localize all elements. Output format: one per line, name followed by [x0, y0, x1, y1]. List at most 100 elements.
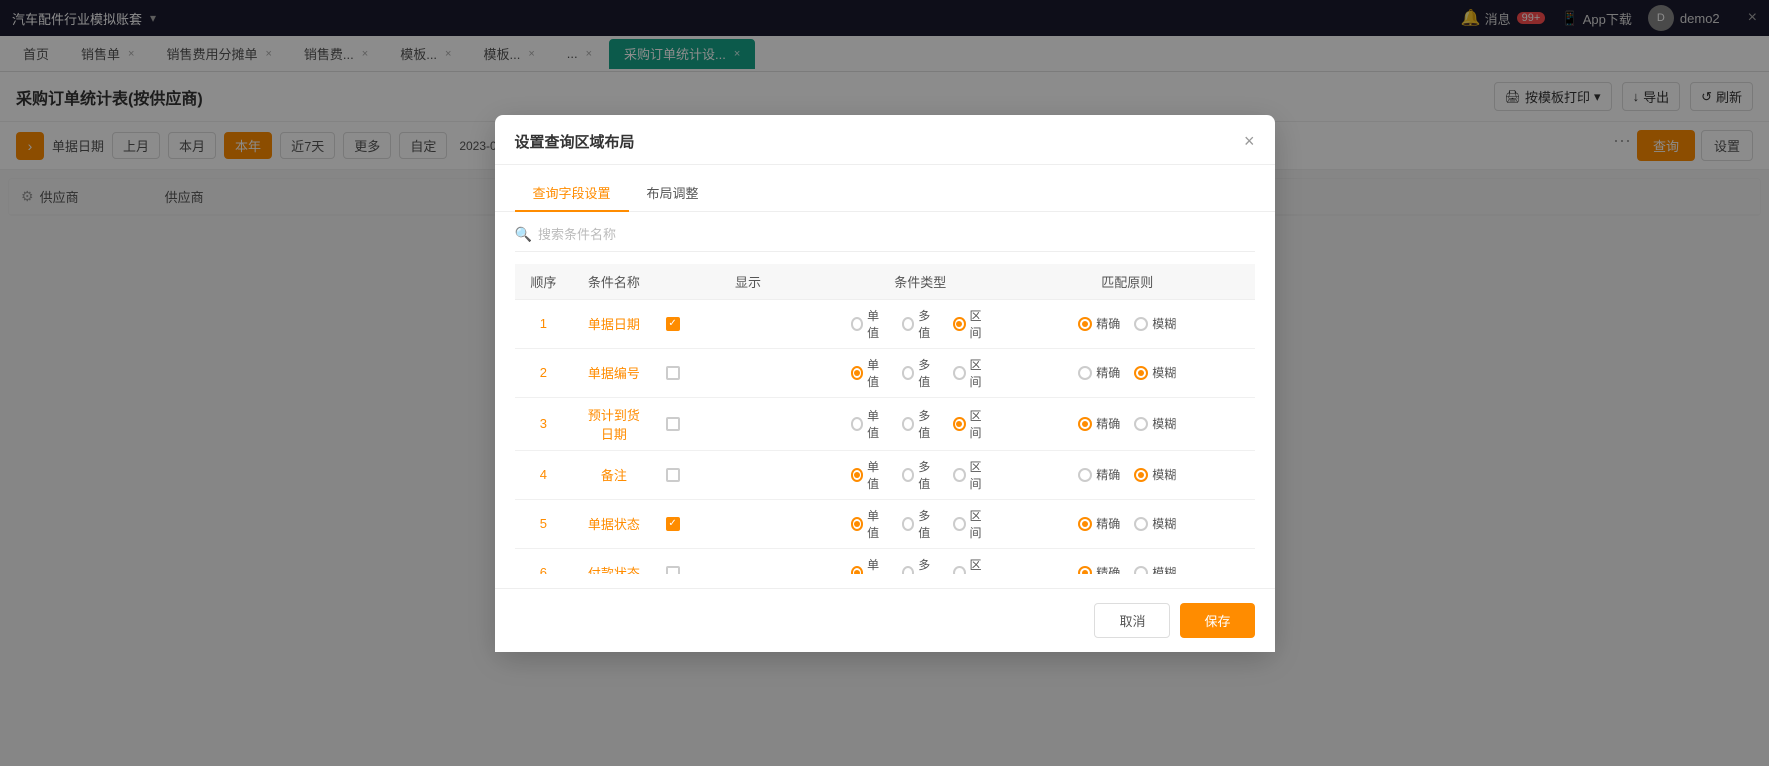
match-radio-label: 模糊: [1152, 415, 1176, 432]
radio-circle: [953, 468, 966, 482]
match-radio-circle: [1078, 517, 1092, 531]
radio-label: 多值: [918, 307, 939, 341]
radio-circle: [851, 468, 864, 482]
th-match: 匹配原则: [1000, 264, 1254, 300]
table-row: 4备注单值多值区间精确模糊: [515, 450, 1255, 499]
row-match: 精确模糊: [1000, 299, 1254, 348]
modal-tab-layout[interactable]: 布局调整: [629, 175, 717, 212]
radio-circle: [953, 417, 966, 431]
match-radio-item[interactable]: 精确: [1078, 415, 1120, 432]
checkbox[interactable]: [666, 317, 680, 331]
radio-item[interactable]: 区间: [953, 458, 990, 492]
match-radio-circle: [1134, 366, 1148, 380]
match-radio-circle: [1078, 317, 1092, 331]
radio-circle: [902, 468, 915, 482]
radio-label: 单值: [867, 556, 888, 574]
type-radio-group: 单值多值区间: [851, 507, 991, 541]
radio-item[interactable]: 单值: [851, 356, 888, 390]
match-radio-label: 精确: [1096, 364, 1120, 381]
modal-title: 设置查询区域布局: [515, 131, 635, 152]
match-radio-item[interactable]: 模糊: [1134, 315, 1176, 332]
radio-item[interactable]: 多值: [902, 307, 939, 341]
checkbox[interactable]: [666, 566, 680, 574]
radio-label: 单值: [867, 507, 888, 541]
modal-close-button[interactable]: ×: [1244, 132, 1255, 150]
modal-table-wrapper: 顺序 条件名称 显示 条件类型 匹配原则 1单据日期单值多值区间精确模糊2单据编…: [515, 264, 1255, 574]
modal-body: 🔍 顺序 条件名称 显示 条件类型 匹配原则: [495, 212, 1275, 588]
match-radio-circle: [1078, 566, 1092, 574]
type-radio-group: 单值多值区间: [851, 356, 991, 390]
cancel-button[interactable]: 取消: [1094, 603, 1170, 638]
row-display-checkbox[interactable]: [656, 348, 841, 397]
radio-label: 多值: [918, 458, 939, 492]
row-name: 付款状态: [572, 548, 655, 574]
checkbox[interactable]: [666, 366, 680, 380]
match-radio-item[interactable]: 模糊: [1134, 415, 1176, 432]
match-radio-group: 精确 模糊: [1010, 364, 1244, 381]
match-radio-item[interactable]: 模糊: [1134, 364, 1176, 381]
match-radio-label: 模糊: [1152, 564, 1176, 574]
match-radio-item[interactable]: 模糊: [1134, 515, 1176, 532]
radio-item[interactable]: 区间: [953, 507, 990, 541]
radio-label: 单值: [867, 458, 888, 492]
radio-item[interactable]: 单值: [851, 307, 888, 341]
match-radio-label: 精确: [1096, 315, 1120, 332]
row-type: 单值多值区间: [841, 299, 1001, 348]
radio-item[interactable]: 多值: [902, 458, 939, 492]
table-header: 顺序 条件名称 显示 条件类型 匹配原则: [515, 264, 1255, 300]
row-display-checkbox[interactable]: [656, 299, 841, 348]
radio-circle: [902, 366, 915, 380]
checkbox[interactable]: [666, 468, 680, 482]
match-radio-group: 精确模糊: [1010, 515, 1244, 532]
radio-item[interactable]: 单值: [851, 458, 888, 492]
radio-item[interactable]: 区间: [953, 307, 990, 341]
row-order: 2: [515, 348, 573, 397]
modal-overlay: 设置查询区域布局 × 查询字段设置 布局调整 🔍: [0, 0, 1769, 766]
radio-item[interactable]: 区间: [953, 356, 990, 390]
match-radio-item[interactable]: 模糊: [1134, 466, 1176, 483]
row-match: 精确 模糊: [1000, 397, 1254, 450]
radio-item[interactable]: 单值: [851, 507, 888, 541]
match-radio-label: 模糊: [1152, 364, 1176, 381]
radio-item[interactable]: 多值: [902, 407, 939, 441]
row-display-checkbox[interactable]: [656, 397, 841, 450]
match-radio-item[interactable]: 精确: [1078, 515, 1120, 532]
row-display-checkbox[interactable]: [656, 450, 841, 499]
row-name: 单据日期: [572, 299, 655, 348]
modal-footer: 取消 保存: [495, 588, 1275, 652]
radio-item[interactable]: 多值: [902, 356, 939, 390]
row-display-checkbox[interactable]: [656, 548, 841, 574]
match-radio-label: 精确: [1096, 466, 1120, 483]
type-radio-group: 单值多值区间: [851, 407, 991, 441]
type-radio-group: 单值多值区间: [851, 556, 991, 574]
match-radio-circle: [1134, 417, 1148, 431]
match-radio-item[interactable]: 精确: [1078, 364, 1120, 381]
row-display-checkbox[interactable]: [656, 499, 841, 548]
match-radio-group: 精确 模糊: [1010, 415, 1244, 432]
checkbox[interactable]: [666, 517, 680, 531]
match-radio-item[interactable]: 精确: [1078, 315, 1120, 332]
table-row: 2单据编号单值多值区间精确模糊: [515, 348, 1255, 397]
search-input[interactable]: [538, 227, 758, 242]
match-radio-group: 精确 模糊: [1010, 466, 1244, 483]
match-radio-label: 模糊: [1152, 466, 1176, 483]
match-radio-item[interactable]: 精确: [1078, 564, 1120, 574]
radio-item[interactable]: 多值: [902, 556, 939, 574]
row-type: 单值多值区间: [841, 348, 1001, 397]
match-radio-item[interactable]: 精确: [1078, 466, 1120, 483]
radio-label: 单值: [867, 307, 888, 341]
radio-item[interactable]: 单值: [851, 556, 888, 574]
radio-circle: [851, 317, 864, 331]
radio-item[interactable]: 区间: [953, 407, 990, 441]
save-button[interactable]: 保存: [1180, 603, 1254, 638]
radio-item[interactable]: 多值: [902, 507, 939, 541]
th-display: 显示: [656, 264, 841, 300]
radio-item[interactable]: 区间: [953, 556, 990, 574]
match-radio-item[interactable]: 模糊: [1134, 564, 1176, 574]
radio-item[interactable]: 单值: [851, 407, 888, 441]
radio-circle: [851, 517, 864, 531]
row-name: 备注: [572, 450, 655, 499]
modal-tab-field-settings[interactable]: 查询字段设置: [515, 175, 629, 212]
checkbox[interactable]: [666, 417, 680, 431]
radio-circle: [902, 566, 915, 574]
